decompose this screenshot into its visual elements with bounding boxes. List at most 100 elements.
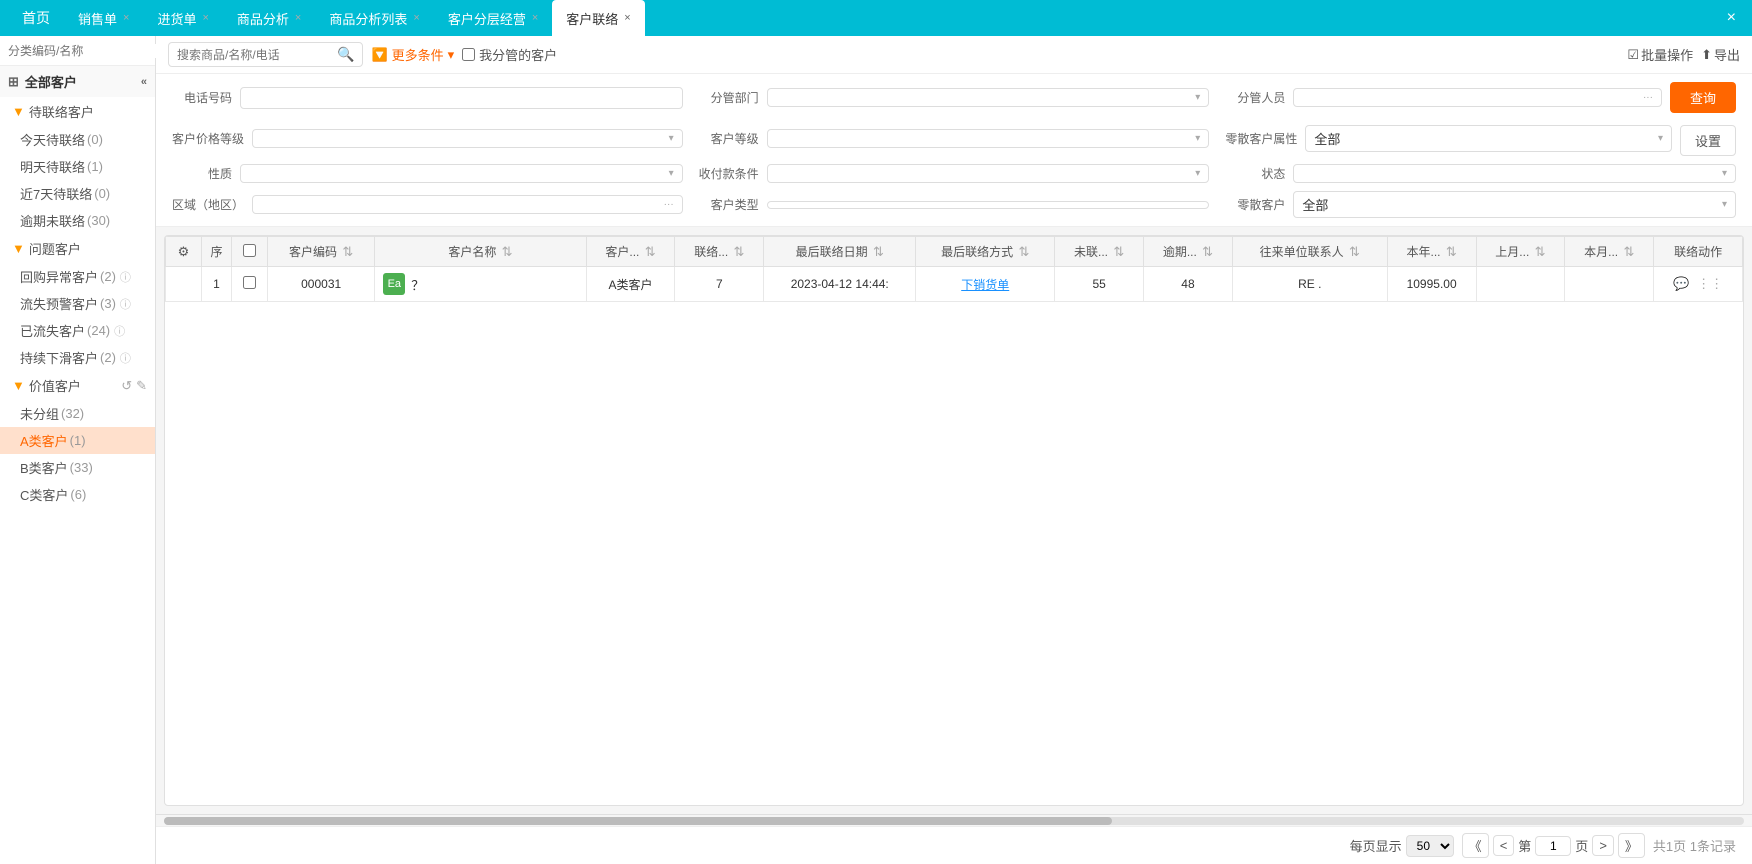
sidebar-item-today-pending[interactable]: 今天待联络 (0) — [0, 126, 155, 153]
cell-grade: A类客户 — [586, 267, 675, 302]
gear-icon[interactable]: ⚙ — [178, 244, 190, 259]
close-icon[interactable]: × — [202, 12, 208, 24]
cell-name[interactable]: Ea ？ — [375, 267, 586, 302]
first-page-button[interactable]: 《 — [1462, 833, 1489, 858]
payment-label: 收付款条件 — [699, 165, 759, 182]
nav-tab-analysis[interactable]: 商品分析 × — [223, 0, 315, 36]
close-icon[interactable]: × — [624, 12, 630, 24]
status-select[interactable]: ▾ — [1293, 164, 1736, 183]
status-label: 状态 — [1225, 165, 1285, 182]
th-name[interactable]: 客户名称 ⇅ — [375, 237, 586, 267]
sidebar-item-7day-pending[interactable]: 近7天待联络 (0) — [0, 180, 155, 207]
dept-select[interactable]: ▾ — [767, 88, 1210, 107]
search-icon[interactable]: 🔍 — [337, 46, 354, 63]
select-all-checkbox[interactable] — [243, 244, 256, 257]
next-page-button[interactable]: > — [1592, 835, 1614, 856]
last-page-button[interactable]: 》 — [1618, 833, 1645, 858]
arrow-icon: ▼ — [12, 104, 25, 119]
content-area: 🔍 🔽 更多条件 ▾ 我分管的客户 ☑ 批量操作 ⬆ 导出 — [156, 36, 1752, 864]
nav-home[interactable]: 首页 — [8, 8, 64, 28]
th-index: 序 — [202, 237, 232, 267]
nav-tab-analysis-list[interactable]: 商品分析列表 × — [315, 0, 433, 36]
sidebar-all-customers[interactable]: ⊞ 全部客户 « — [0, 66, 155, 97]
sidebar-item-overdue-contact[interactable]: 逾期未联络 (30) — [0, 207, 155, 234]
settings-button[interactable]: 设置 — [1680, 125, 1736, 156]
scrollbar-thumb[interactable] — [164, 817, 1112, 825]
prev-page-button[interactable]: < — [1493, 835, 1515, 856]
sidebar-item-b-customers[interactable]: B类客户 (33) — [0, 454, 155, 481]
chevron-down-icon: ▾ — [448, 47, 455, 63]
toolbar: 🔍 🔽 更多条件 ▾ 我分管的客户 ☑ 批量操作 ⬆ 导出 — [156, 36, 1752, 74]
region-select[interactable]: ··· — [252, 195, 683, 214]
sort-icon: ⇅ — [1623, 244, 1634, 259]
close-icon[interactable]: × — [123, 12, 129, 24]
avatar: Ea — [383, 273, 405, 295]
export-button[interactable]: ⬆ 导出 — [1701, 45, 1740, 64]
sidebar-group-problem-customers[interactable]: ▼ 问题客户 — [0, 234, 155, 263]
sidebar-group-value-customers[interactable]: ▼ 价值客户 ↺ ✎ — [0, 371, 155, 400]
th-code[interactable]: 客户编码 ⇅ — [268, 237, 375, 267]
row-checkbox[interactable] — [243, 276, 256, 289]
nav-tab-sales[interactable]: 销售单 × — [64, 0, 143, 36]
more-actions-icon[interactable]: ⋮⋮ — [1697, 276, 1723, 292]
top-nav: 首页 销售单 × 进货单 × 商品分析 × 商品分析列表 × 客户分层经营 × … — [0, 0, 1752, 36]
cell-last-contact-method[interactable]: 下销货单 — [916, 267, 1055, 302]
th-checkbox[interactable] — [232, 237, 268, 267]
customer-grade-select[interactable]: ▾ — [767, 129, 1210, 148]
payment-select[interactable]: ▾ — [767, 164, 1210, 183]
per-page-select[interactable]: 50 — [1406, 835, 1454, 857]
retail-attr-select[interactable]: 全部▾ — [1305, 125, 1672, 152]
price-grade-select[interactable]: ▾ — [252, 129, 683, 148]
close-all-tabs[interactable]: × — [1719, 9, 1744, 27]
cell-settings — [166, 267, 202, 302]
cell-this-month — [1565, 267, 1654, 302]
nav-tab-customer-contact[interactable]: 客户联络 × — [552, 0, 644, 36]
collapse-icon: « — [141, 76, 147, 88]
sidebar-group-pending-contact[interactable]: ▼ 待联络客户 — [0, 97, 155, 126]
sidebar-item-churned[interactable]: 已流失客户 (24) ⓘ — [0, 317, 155, 344]
horizontal-scrollbar[interactable] — [156, 814, 1752, 826]
close-icon[interactable]: × — [532, 12, 538, 24]
close-icon[interactable]: × — [295, 12, 301, 24]
nature-select[interactable]: ▾ — [240, 164, 683, 183]
my-customer-checkbox[interactable] — [462, 48, 475, 61]
nav-tab-customer-segmentation[interactable]: 客户分层经营 × — [434, 0, 552, 36]
sidebar-item-c-customers[interactable]: C类客户 (6) — [0, 481, 155, 508]
person-select[interactable]: ··· — [1293, 88, 1662, 107]
batch-op-button[interactable]: ☑ 批量操作 — [1627, 45, 1693, 64]
phone-input[interactable] — [240, 87, 683, 109]
nav-tab-purchase[interactable]: 进货单 × — [143, 0, 222, 36]
sidebar-item-tomorrow-pending[interactable]: 明天待联络 (1) — [0, 153, 155, 180]
dept-label: 分管部门 — [699, 89, 759, 106]
th-settings[interactable]: ⚙ — [166, 237, 202, 267]
sidebar-item-a-customers[interactable]: A类客户 (1) — [0, 427, 155, 454]
sidebar-item-continuous-decline[interactable]: 持续下滑客户 (2) ⓘ — [0, 344, 155, 371]
filter-row-customer-grade: 客户等级 ▾ — [699, 121, 1210, 156]
search-input[interactable] — [177, 48, 337, 62]
query-button[interactable]: 查询 — [1670, 82, 1736, 113]
sidebar-item-churn-warning[interactable]: 流失预警客户 (3) ⓘ — [0, 290, 155, 317]
sort-icon: ⇅ — [1018, 244, 1029, 259]
page-number-input[interactable] — [1535, 836, 1571, 856]
close-icon[interactable]: × — [413, 12, 419, 24]
retail-customer-select[interactable]: 全部▾ — [1293, 191, 1736, 218]
edit-icon[interactable]: ✎ — [136, 378, 147, 394]
sidebar-item-ungrouped[interactable]: 未分组 (32) — [0, 400, 155, 427]
cell-checkbox[interactable] — [232, 267, 268, 302]
sidebar-item-repurchase-abnormal[interactable]: 回购异常客户 (2) ⓘ — [0, 263, 155, 290]
filter-row-status: 状态 ▾ — [1225, 164, 1736, 183]
th-action: 联络动作 — [1654, 237, 1743, 267]
my-customer-checkbox-label[interactable]: 我分管的客户 — [462, 45, 557, 64]
info-icon: ⓘ — [120, 350, 131, 366]
filter-row-price-grade: 客户价格等级 ▾ — [172, 121, 683, 156]
total-label: 共1页 1条记录 — [1653, 836, 1736, 855]
sort-icon: ⇅ — [873, 244, 884, 259]
region-label: 区域（地区） — [172, 196, 244, 213]
chat-icon[interactable]: 💬 — [1673, 276, 1689, 292]
refresh-icon[interactable]: ↺ — [121, 378, 132, 394]
chevron-down-icon: ▾ — [1722, 199, 1727, 210]
chevron-down-icon: ▾ — [669, 133, 674, 144]
customer-type-select[interactable] — [767, 201, 1210, 209]
more-filter-button[interactable]: 🔽 更多条件 ▾ — [371, 45, 454, 64]
sidebar-search-input[interactable] — [8, 44, 163, 58]
